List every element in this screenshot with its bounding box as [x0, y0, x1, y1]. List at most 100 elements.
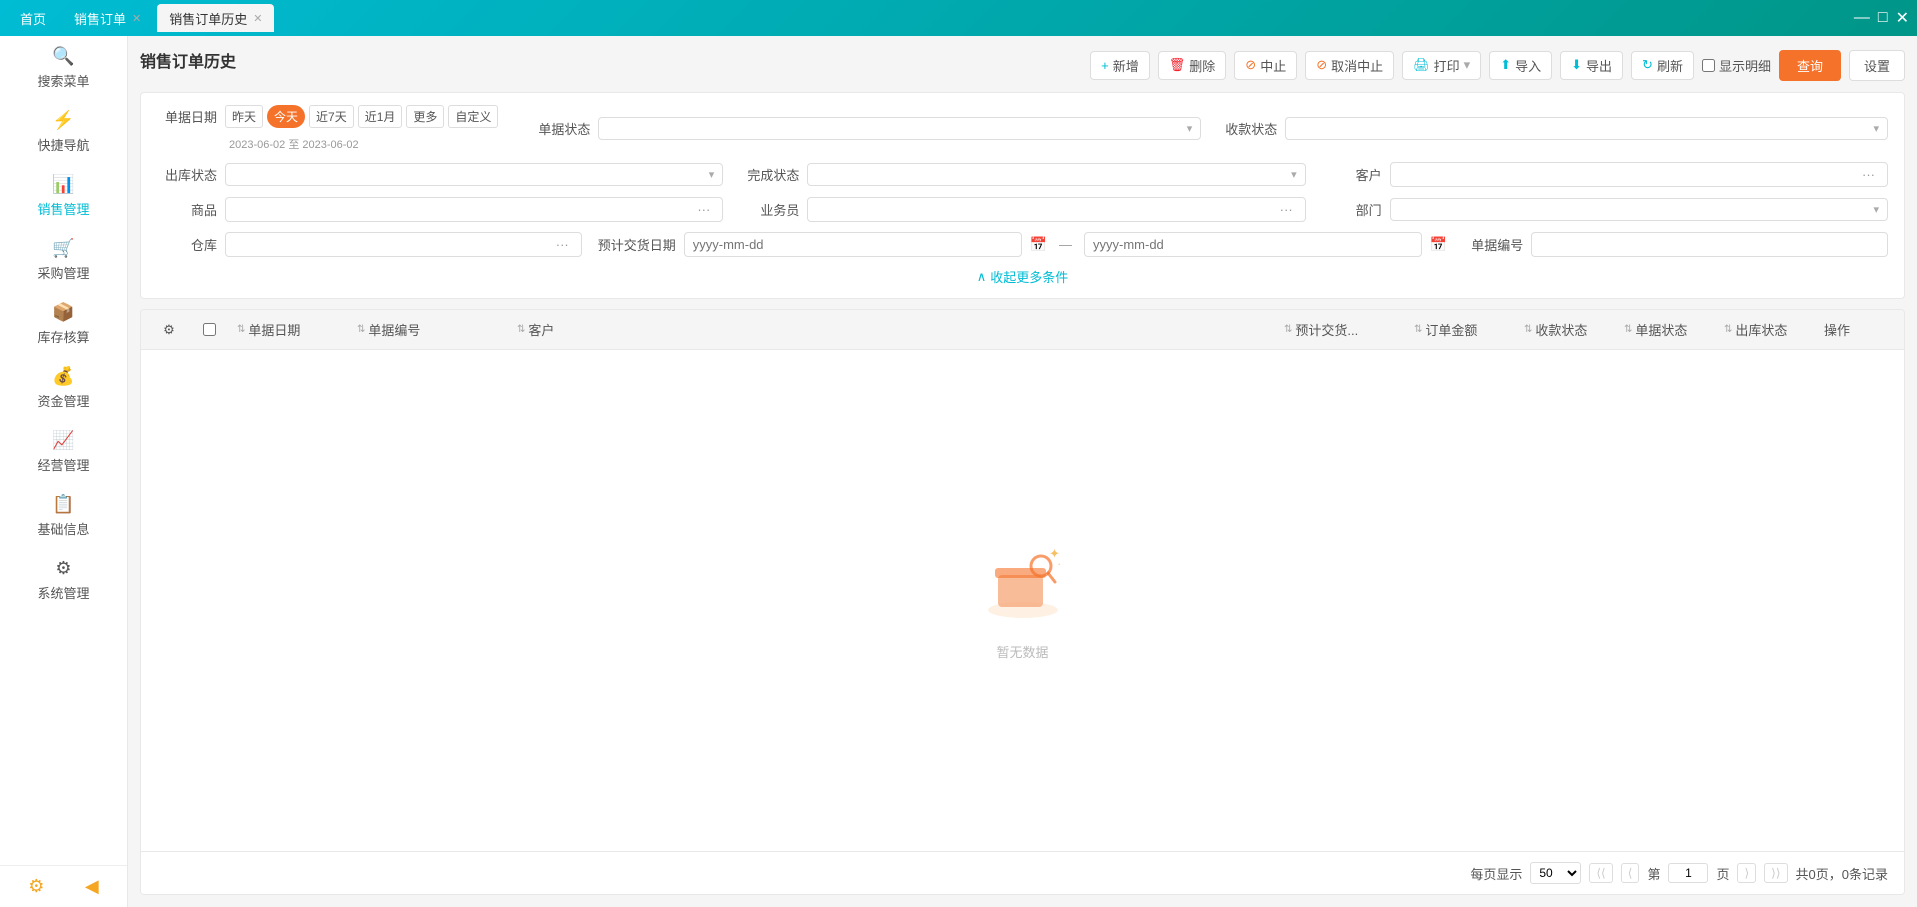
th-client[interactable]: ⇅ 客户	[509, 320, 1276, 339]
sidebar-item-inventory-check[interactable]: 📦 库存核算	[0, 292, 127, 356]
sidebar-item-sales-mgmt[interactable]: 📊 销售管理	[0, 164, 127, 228]
th-payment[interactable]: ⇅ 收款状态	[1516, 320, 1616, 339]
sidebar-item-quick-nav-label: 快捷导航	[37, 135, 89, 154]
prev-page-button[interactable]: ⟨	[1621, 863, 1640, 883]
th-checkbox[interactable]	[189, 323, 229, 336]
sales-mgmt-icon: 📊	[52, 174, 74, 195]
order-no-label: 单据编号	[1463, 235, 1523, 254]
th-out-status[interactable]: ⇅ 出库状态	[1716, 320, 1816, 339]
sidebar-item-system-mgmt-label: 系统管理	[37, 583, 89, 602]
pay-status-select[interactable]: ▾	[1285, 117, 1888, 140]
search-menu-icon: 🔍	[52, 46, 74, 67]
filter-panel: 单据日期 昨天 今天 近7天 近1月 更多 自定义 2023-06-02 至 2…	[140, 92, 1905, 299]
product-label: 商品	[157, 200, 217, 219]
delivery-date-to[interactable]	[1084, 232, 1422, 257]
table-header: ⚙ ⇅ 单据日期 ⇅ 单据编号 ⇅ 客户 ⇅	[141, 310, 1904, 350]
import-btn-label: 导入	[1515, 56, 1541, 75]
setting-button[interactable]: 设置	[1849, 50, 1905, 81]
new-button[interactable]: + 新增	[1090, 51, 1150, 80]
date-btn-7days[interactable]: 近7天	[309, 105, 354, 128]
sidebar-item-operations-mgmt[interactable]: 📈 经营管理	[0, 420, 127, 484]
tab-home[interactable]: 首页	[8, 4, 58, 32]
date-filter-label: 单据日期	[157, 107, 217, 126]
page-number-input[interactable]	[1668, 863, 1708, 883]
sidebar-item-finance-mgmt[interactable]: 💰 资金管理	[0, 356, 127, 420]
import-icon: ⬆	[1500, 57, 1511, 73]
close-icon[interactable]: ✕	[1896, 8, 1909, 28]
sidebar-settings-icon[interactable]: ⚙	[28, 876, 44, 897]
export-button[interactable]: ⬇ 导出	[1560, 51, 1623, 80]
th-gear[interactable]: ⚙	[149, 322, 189, 338]
query-button[interactable]: 查询	[1779, 50, 1841, 81]
import-button[interactable]: ⬆ 导入	[1489, 51, 1552, 80]
delivery-date-to-calendar[interactable]: 📅	[1430, 236, 1447, 253]
th-amount-sort-icon: ⇅	[1414, 324, 1422, 335]
collapse-filter-row[interactable]: ∧ 收起更多条件	[157, 267, 1888, 286]
salesperson-field[interactable]: ···	[807, 197, 1305, 222]
date-range-text: 2023-06-02 至 2023-06-02	[229, 136, 359, 152]
page-size-select[interactable]: 20 50 100	[1530, 862, 1581, 884]
th-order-no[interactable]: ⇅ 单据编号	[349, 320, 509, 339]
sidebar: 🔍 搜索菜单 ⚡ 快捷导航 📊 销售管理 🛒 采购管理 📦 库存核算 💰 资金管…	[0, 36, 128, 907]
sales-order-tab-close[interactable]: ✕	[132, 12, 141, 25]
salesperson-dots: ···	[1276, 202, 1297, 217]
bill-status-select[interactable]: ▾	[598, 117, 1201, 140]
sidebar-item-system-mgmt[interactable]: ⚙ 系统管理	[0, 548, 127, 612]
filter-row-1: 单据日期 昨天 今天 近7天 近1月 更多 自定义 2023-06-02 至 2…	[157, 105, 1888, 152]
minimize-icon[interactable]: —	[1854, 9, 1870, 27]
delivery-date-from[interactable]	[684, 232, 1022, 257]
date-btn-today[interactable]: 今天	[267, 105, 305, 128]
select-all-checkbox[interactable]	[203, 323, 216, 336]
sidebar-item-quick-nav[interactable]: ⚡ 快捷导航	[0, 100, 127, 164]
salesperson-label: 业务员	[739, 200, 799, 219]
out-status-label: 出库状态	[157, 165, 217, 184]
cancel-stop-button[interactable]: ⊘ 取消中止	[1305, 51, 1394, 80]
sidebar-collapse-icon[interactable]: ◀	[85, 876, 99, 897]
first-page-button[interactable]: ⟨⟨	[1589, 863, 1612, 883]
order-no-input[interactable]	[1531, 232, 1888, 257]
th-delivery-sort-icon: ⇅	[1284, 324, 1292, 335]
tab-sales-order[interactable]: 销售订单 ✕	[62, 4, 153, 32]
date-btn-custom[interactable]: 自定义	[448, 105, 498, 128]
complete-status-select[interactable]: ▾	[807, 163, 1305, 186]
delete-button[interactable]: 🗑 删除	[1158, 51, 1227, 80]
tab-sales-order-history[interactable]: 销售订单历史 ✕	[157, 4, 274, 32]
customer-label: 客户	[1322, 165, 1382, 184]
warehouse-label: 仓库	[157, 235, 217, 254]
show-details-label[interactable]: 显示明细	[1702, 56, 1771, 75]
th-out-status-label: 出库状态	[1735, 320, 1787, 339]
th-date[interactable]: ⇅ 单据日期	[229, 320, 349, 339]
sidebar-item-purchase-mgmt[interactable]: 🛒 采购管理	[0, 228, 127, 292]
th-delivery-label: 预计交货...	[1295, 320, 1358, 339]
dept-select[interactable]: ▾	[1390, 198, 1888, 221]
warehouse-dots: ···	[552, 237, 573, 252]
stop-btn-label: 中止	[1260, 56, 1286, 75]
show-details-checkbox[interactable]	[1702, 59, 1715, 72]
out-status-select[interactable]: ▾	[225, 163, 723, 186]
maximize-icon[interactable]: □	[1878, 9, 1888, 27]
stop-button[interactable]: ⊘ 中止	[1234, 51, 1297, 80]
last-page-button[interactable]: ⟩⟩	[1764, 863, 1787, 883]
date-btn-1month[interactable]: 近1月	[358, 105, 403, 128]
th-delivery[interactable]: ⇅ 预计交货...	[1276, 320, 1406, 339]
customer-field[interactable]: ···	[1390, 162, 1888, 187]
refresh-btn-label: 刷新	[1657, 56, 1683, 75]
th-bill-status[interactable]: ⇅ 单据状态	[1616, 320, 1716, 339]
sidebar-item-basic-info[interactable]: 📋 基础信息	[0, 484, 127, 548]
date-btn-more[interactable]: 更多	[406, 105, 444, 128]
date-btn-yesterday[interactable]: 昨天	[225, 105, 263, 128]
refresh-button[interactable]: ↻ 刷新	[1631, 51, 1694, 80]
product-field[interactable]: ···	[225, 197, 723, 222]
warehouse-field[interactable]: ···	[225, 232, 582, 257]
th-client-sort-icon: ⇅	[517, 324, 525, 335]
customer-dots: ···	[1858, 167, 1879, 182]
home-tab-label: 首页	[20, 9, 46, 28]
delivery-date-from-calendar[interactable]: 📅	[1030, 236, 1047, 253]
sidebar-item-inventory-check-label: 库存核算	[37, 327, 89, 346]
dept-label: 部门	[1322, 200, 1382, 219]
next-page-button[interactable]: ⟩	[1737, 863, 1756, 883]
print-button[interactable]: 🖨 打印 ▾	[1402, 51, 1481, 80]
sales-order-history-tab-close[interactable]: ✕	[253, 12, 262, 25]
sidebar-item-search-menu[interactable]: 🔍 搜索菜单	[0, 36, 127, 100]
th-amount[interactable]: ⇅ 订单金额	[1406, 320, 1516, 339]
